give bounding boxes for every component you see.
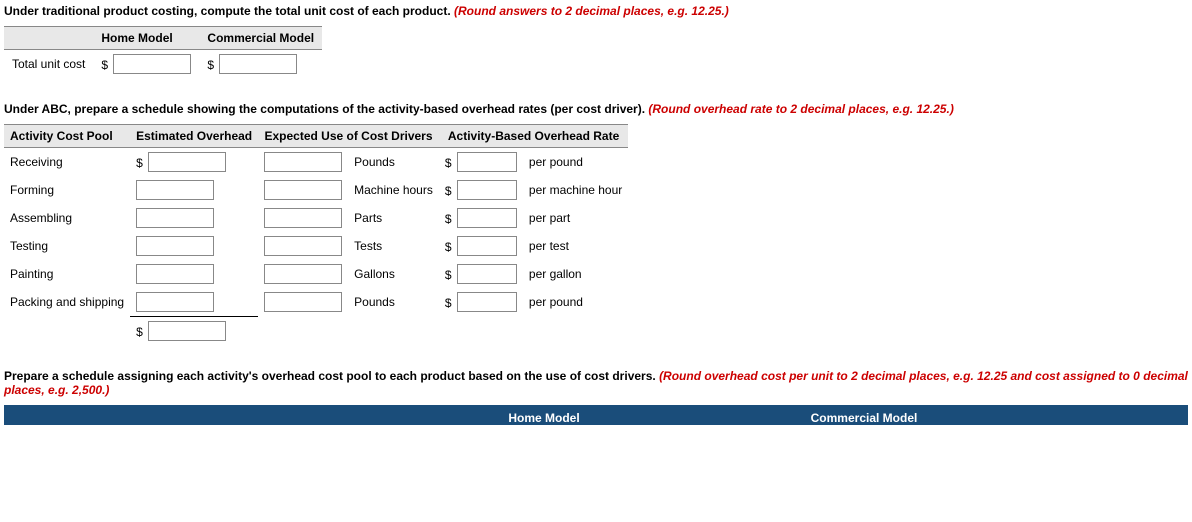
section2-header-expected: Expected Use of Cost Drivers — [258, 125, 439, 148]
section3-header-bar: Home Model Commercial Model — [4, 405, 1188, 425]
section1-header-blank — [4, 27, 93, 50]
estimated-overhead-input[interactable] — [136, 180, 214, 200]
expected-use-input[interactable] — [264, 180, 342, 200]
per-label: per pound — [523, 148, 628, 177]
per-label: per test — [523, 232, 628, 260]
rate-cell: $ — [439, 148, 523, 177]
rate-cell: $ — [439, 232, 523, 260]
pool-label: Testing — [4, 232, 130, 260]
table-row: Receiving $ Pounds $ per pound — [4, 148, 628, 177]
section1-instruction: Under traditional product costing, compu… — [4, 4, 1188, 18]
section2-header-pool: Activity Cost Pool — [4, 125, 130, 148]
section3-instruction-text: Prepare a schedule assigning each activi… — [4, 369, 659, 383]
dollar-sign: $ — [445, 156, 452, 170]
estimated-overhead-input[interactable] — [136, 236, 214, 256]
section2-instruction: Under ABC, prepare a schedule showing th… — [4, 102, 1188, 116]
table-row: Assembling Parts $ per part — [4, 204, 628, 232]
estimated-total-cell: $ — [130, 317, 258, 346]
table-row: Packing and shipping Pounds $ per pound — [4, 288, 628, 317]
unit-label: Tests — [348, 232, 439, 260]
expected-use-input[interactable] — [264, 152, 342, 172]
expected-cell — [258, 148, 348, 177]
section2-table: Activity Cost Pool Estimated Overhead Ex… — [4, 124, 628, 345]
section2-header-estimated: Estimated Overhead — [130, 125, 258, 148]
rate-input[interactable] — [457, 264, 517, 284]
rate-input[interactable] — [457, 208, 517, 228]
estimated-cell — [130, 204, 258, 232]
dollar-sign: $ — [207, 58, 214, 72]
estimated-cell — [130, 260, 258, 288]
per-label: per gallon — [523, 260, 628, 288]
estimated-cell — [130, 288, 258, 317]
unit-label: Pounds — [348, 148, 439, 177]
pool-label: Assembling — [4, 204, 130, 232]
rate-cell: $ — [439, 260, 523, 288]
estimated-overhead-total-input[interactable] — [148, 321, 226, 341]
rate-cell: $ — [439, 176, 523, 204]
expected-cell — [258, 204, 348, 232]
table-row: Forming Machine hours $ per machine hour — [4, 176, 628, 204]
section2-instruction-text: Under ABC, prepare a schedule showing th… — [4, 102, 648, 116]
section2-header-rate: Activity-Based Overhead Rate — [439, 125, 628, 148]
pool-label: Forming — [4, 176, 130, 204]
expected-use-input[interactable] — [264, 236, 342, 256]
estimated-overhead-input[interactable] — [136, 264, 214, 284]
section3-instruction: Prepare a schedule assigning each activi… — [4, 369, 1188, 397]
section3-header-home: Home Model — [384, 411, 704, 425]
section1-table: Home Model Commercial Model Total unit c… — [4, 26, 322, 78]
rate-input[interactable] — [457, 292, 517, 312]
pool-label: Painting — [4, 260, 130, 288]
per-label: per machine hour — [523, 176, 628, 204]
unit-label: Machine hours — [348, 176, 439, 204]
total-unit-cost-home-input[interactable] — [113, 54, 191, 74]
dollar-sign: $ — [101, 58, 108, 72]
section1-instruction-note: (Round answers to 2 decimal places, e.g.… — [454, 4, 729, 18]
section1-instruction-text: Under traditional product costing, compu… — [4, 4, 454, 18]
expected-use-input[interactable] — [264, 264, 342, 284]
expected-use-input[interactable] — [264, 208, 342, 228]
expected-cell — [258, 260, 348, 288]
dollar-sign: $ — [445, 268, 452, 282]
total-row: $ — [4, 317, 628, 346]
rate-input[interactable] — [457, 236, 517, 256]
dollar-sign: $ — [445, 240, 452, 254]
pool-label: Packing and shipping — [4, 288, 130, 317]
dollar-sign: $ — [136, 325, 143, 339]
dollar-sign: $ — [445, 212, 452, 226]
total-unit-cost-commercial-cell: $ — [199, 50, 322, 79]
section1-header-home: Home Model — [93, 27, 199, 50]
rate-cell: $ — [439, 204, 523, 232]
total-unit-cost-commercial-input[interactable] — [219, 54, 297, 74]
rate-input[interactable] — [457, 152, 517, 172]
expected-cell — [258, 232, 348, 260]
table-row: Painting Gallons $ per gallon — [4, 260, 628, 288]
estimated-cell: $ — [130, 148, 258, 177]
pool-label: Receiving — [4, 148, 130, 177]
estimated-overhead-input[interactable] — [136, 292, 214, 312]
estimated-overhead-input[interactable] — [136, 208, 214, 228]
expected-cell — [258, 176, 348, 204]
estimated-cell — [130, 232, 258, 260]
table-row: Testing Tests $ per test — [4, 232, 628, 260]
estimated-overhead-input[interactable] — [148, 152, 226, 172]
total-unit-cost-label: Total unit cost — [4, 50, 93, 79]
per-label: per part — [523, 204, 628, 232]
section2-instruction-note: (Round overhead rate to 2 decimal places… — [648, 102, 953, 116]
estimated-cell — [130, 176, 258, 204]
unit-label: Parts — [348, 204, 439, 232]
section1-header-commercial: Commercial Model — [199, 27, 322, 50]
total-unit-cost-home-cell: $ — [93, 50, 199, 79]
per-label: per pound — [523, 288, 628, 317]
section3-header-commercial: Commercial Model — [704, 411, 1024, 425]
unit-label: Pounds — [348, 288, 439, 317]
dollar-sign: $ — [445, 184, 452, 198]
expected-cell — [258, 288, 348, 317]
rate-input[interactable] — [457, 180, 517, 200]
rate-cell: $ — [439, 288, 523, 317]
expected-use-input[interactable] — [264, 292, 342, 312]
dollar-sign: $ — [136, 156, 143, 170]
unit-label: Gallons — [348, 260, 439, 288]
dollar-sign: $ — [445, 296, 452, 310]
